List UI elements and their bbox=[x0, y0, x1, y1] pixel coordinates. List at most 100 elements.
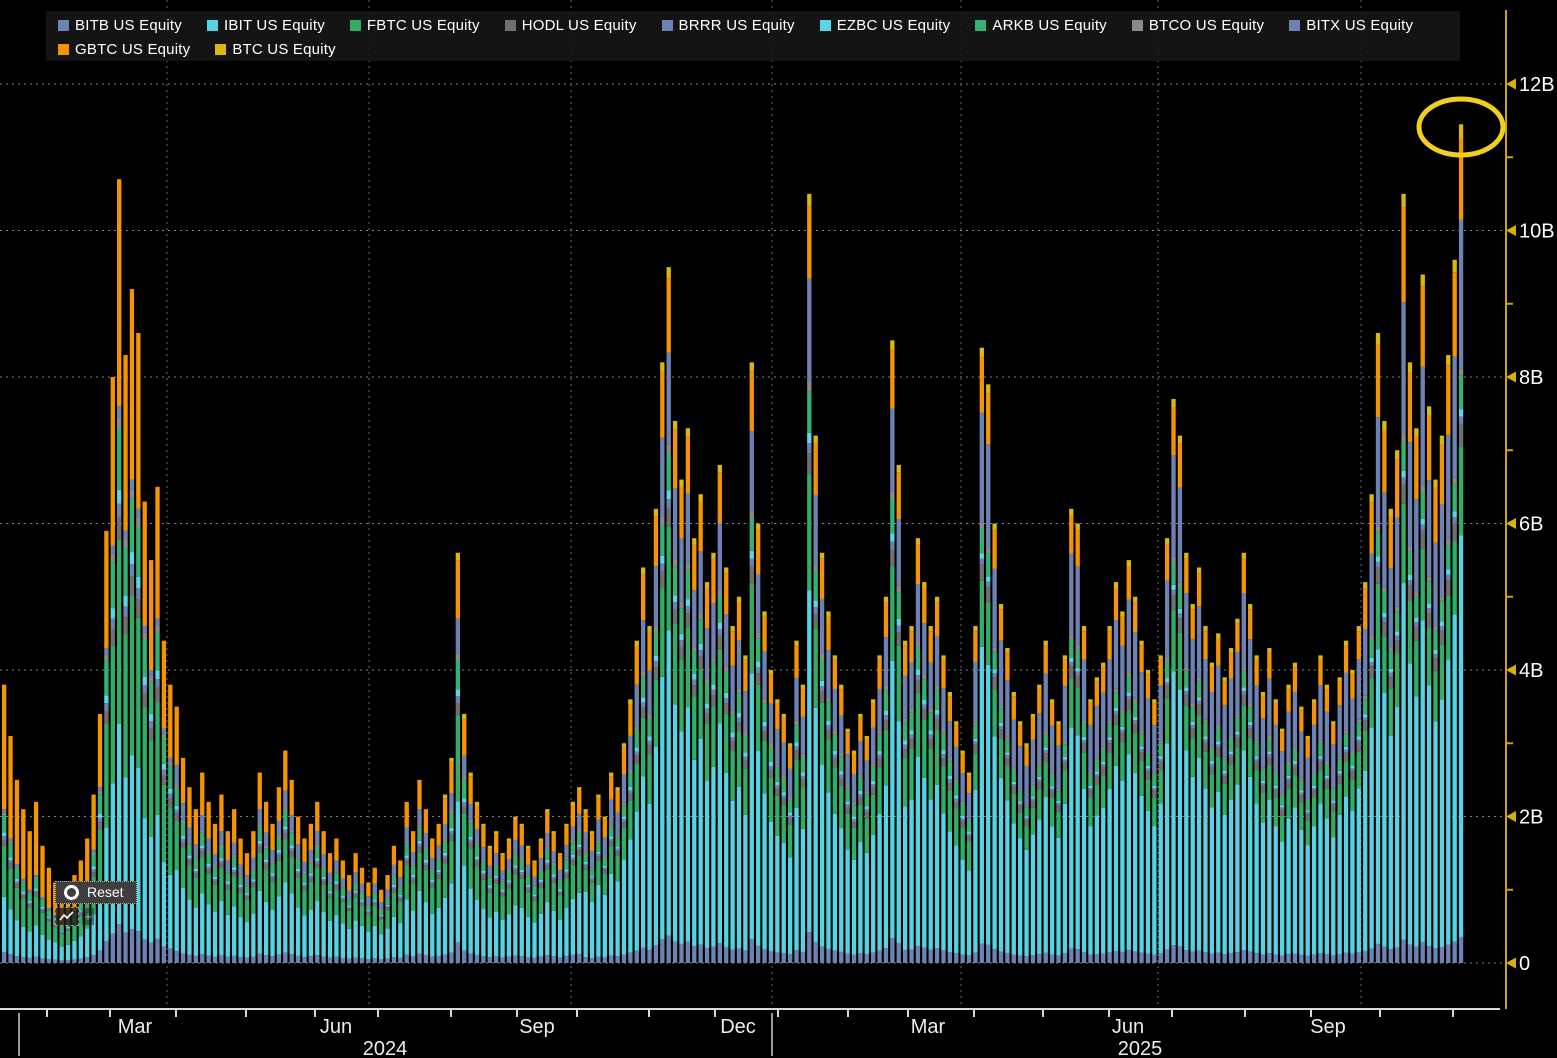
volume-bar[interactable] bbox=[711, 553, 715, 963]
volume-bar[interactable] bbox=[1274, 699, 1278, 963]
volume-bar[interactable] bbox=[2, 685, 6, 963]
volume-bar[interactable] bbox=[801, 685, 805, 963]
volume-bar[interactable] bbox=[226, 831, 230, 963]
volume-bar[interactable] bbox=[1203, 626, 1207, 963]
volume-bar[interactable] bbox=[1216, 633, 1220, 963]
volume-bar[interactable] bbox=[622, 743, 626, 963]
volume-bar[interactable] bbox=[328, 853, 332, 963]
volume-bar[interactable] bbox=[699, 494, 703, 963]
volume-bar[interactable] bbox=[558, 853, 562, 963]
volume-bar[interactable] bbox=[475, 802, 479, 963]
volume-bar[interactable] bbox=[647, 626, 651, 963]
volume-bar[interactable] bbox=[245, 853, 249, 963]
volume-chart-plot-area[interactable]: 12B10B8B6B4B2B0MarJunSepDecMarJunSep2024… bbox=[0, 0, 1557, 1058]
volume-bar[interactable] bbox=[980, 348, 984, 963]
volume-bar[interactable] bbox=[309, 824, 313, 963]
volume-bar[interactable] bbox=[1139, 641, 1143, 963]
volume-bar[interactable] bbox=[999, 604, 1003, 963]
volume-bar[interactable] bbox=[986, 384, 990, 963]
volume-bar[interactable] bbox=[1382, 421, 1386, 963]
legend-item-fbtc[interactable]: FBTC US Equity bbox=[350, 17, 480, 34]
volume-bar[interactable] bbox=[187, 787, 191, 963]
volume-bar[interactable] bbox=[379, 890, 383, 963]
volume-bar[interactable] bbox=[28, 831, 32, 963]
volume-bar[interactable] bbox=[833, 655, 837, 963]
volume-bar[interactable] bbox=[1076, 524, 1080, 964]
volume-bar[interactable] bbox=[1318, 655, 1322, 963]
volume-bar[interactable] bbox=[373, 868, 377, 963]
volume-bar[interactable] bbox=[1325, 685, 1329, 963]
volume-bar[interactable] bbox=[967, 773, 971, 963]
volume-bar[interactable] bbox=[136, 333, 140, 963]
volume-bar[interactable] bbox=[814, 436, 818, 963]
volume-bar[interactable] bbox=[807, 194, 811, 963]
volume-bar[interactable] bbox=[679, 480, 683, 963]
volume-bar[interactable] bbox=[762, 611, 766, 963]
volume-bar[interactable] bbox=[1101, 663, 1105, 963]
volume-bar[interactable] bbox=[1414, 428, 1418, 963]
volume-bar[interactable] bbox=[794, 641, 798, 963]
legend-item-btc[interactable]: BTC US Equity bbox=[215, 41, 335, 58]
volume-bar[interactable] bbox=[1165, 538, 1169, 963]
volume-bar[interactable] bbox=[500, 853, 504, 963]
volume-bar[interactable] bbox=[437, 824, 441, 963]
volume-bar[interactable] bbox=[1152, 699, 1156, 963]
volume-bar[interactable] bbox=[692, 538, 696, 963]
volume-bar[interactable] bbox=[334, 838, 338, 963]
volume-bar[interactable] bbox=[462, 714, 466, 963]
volume-bar[interactable] bbox=[111, 377, 115, 963]
volume-bar[interactable] bbox=[296, 817, 300, 964]
volume-bar[interactable] bbox=[353, 853, 357, 963]
volume-bar[interactable] bbox=[615, 787, 619, 963]
volume-bar[interactable] bbox=[315, 802, 319, 963]
volume-bar[interactable] bbox=[545, 809, 549, 963]
volume-bar[interactable] bbox=[175, 707, 179, 963]
volume-bar[interactable] bbox=[47, 868, 51, 963]
volume-bar[interactable] bbox=[1210, 663, 1214, 963]
volume-bar[interactable] bbox=[590, 831, 594, 963]
volume-bar[interactable] bbox=[194, 809, 198, 963]
volume-bar[interactable] bbox=[660, 362, 664, 963]
volume-bar[interactable] bbox=[1197, 567, 1201, 963]
legend-item-hodl[interactable]: HODL US Equity bbox=[505, 17, 637, 34]
volume-bar[interactable] bbox=[366, 882, 370, 963]
volume-bar[interactable] bbox=[737, 597, 741, 963]
volume-bar[interactable] bbox=[852, 751, 856, 963]
volume-bar[interactable] bbox=[149, 560, 153, 963]
volume-bar[interactable] bbox=[877, 655, 881, 963]
volume-bar[interactable] bbox=[1088, 699, 1092, 963]
volume-bar[interactable] bbox=[1286, 685, 1290, 963]
volume-bar[interactable] bbox=[539, 838, 543, 963]
volume-bar[interactable] bbox=[200, 773, 204, 963]
volume-bar[interactable] bbox=[922, 582, 926, 963]
legend-item-gbtc[interactable]: GBTC US Equity bbox=[58, 41, 190, 58]
volume-bar[interactable] bbox=[871, 699, 875, 963]
volume-bar[interactable] bbox=[954, 721, 958, 963]
volume-bar[interactable] bbox=[686, 428, 690, 963]
volume-bar[interactable] bbox=[8, 736, 12, 963]
volume-bar[interactable] bbox=[1063, 655, 1067, 963]
volume-bar[interactable] bbox=[34, 802, 38, 963]
volume-bar[interactable] bbox=[667, 267, 671, 963]
volume-bar[interactable] bbox=[290, 780, 294, 963]
volume-bar[interactable] bbox=[1018, 721, 1022, 963]
volume-bar[interactable] bbox=[1427, 406, 1431, 963]
volume-bar[interactable] bbox=[730, 626, 734, 963]
volume-bar[interactable] bbox=[130, 289, 134, 963]
volume-bar[interactable] bbox=[1408, 362, 1412, 963]
volume-bar[interactable] bbox=[1421, 274, 1425, 963]
reset-button[interactable]: Reset bbox=[55, 881, 137, 904]
volume-bar[interactable] bbox=[123, 355, 127, 963]
volume-bar[interactable] bbox=[1095, 677, 1099, 963]
volume-bar[interactable] bbox=[654, 509, 658, 963]
volume-bar[interactable] bbox=[1037, 685, 1041, 963]
volume-bar[interactable] bbox=[1459, 124, 1463, 963]
volume-bar[interactable] bbox=[1114, 582, 1118, 963]
volume-bar[interactable] bbox=[251, 831, 255, 963]
volume-bar[interactable] bbox=[513, 817, 517, 964]
volume-bar[interactable] bbox=[1171, 399, 1175, 963]
volume-bar[interactable] bbox=[782, 714, 786, 963]
volume-bar[interactable] bbox=[890, 340, 894, 963]
legend-item-ezbc[interactable]: EZBC US Equity bbox=[820, 17, 951, 34]
volume-bar[interactable] bbox=[117, 179, 121, 963]
